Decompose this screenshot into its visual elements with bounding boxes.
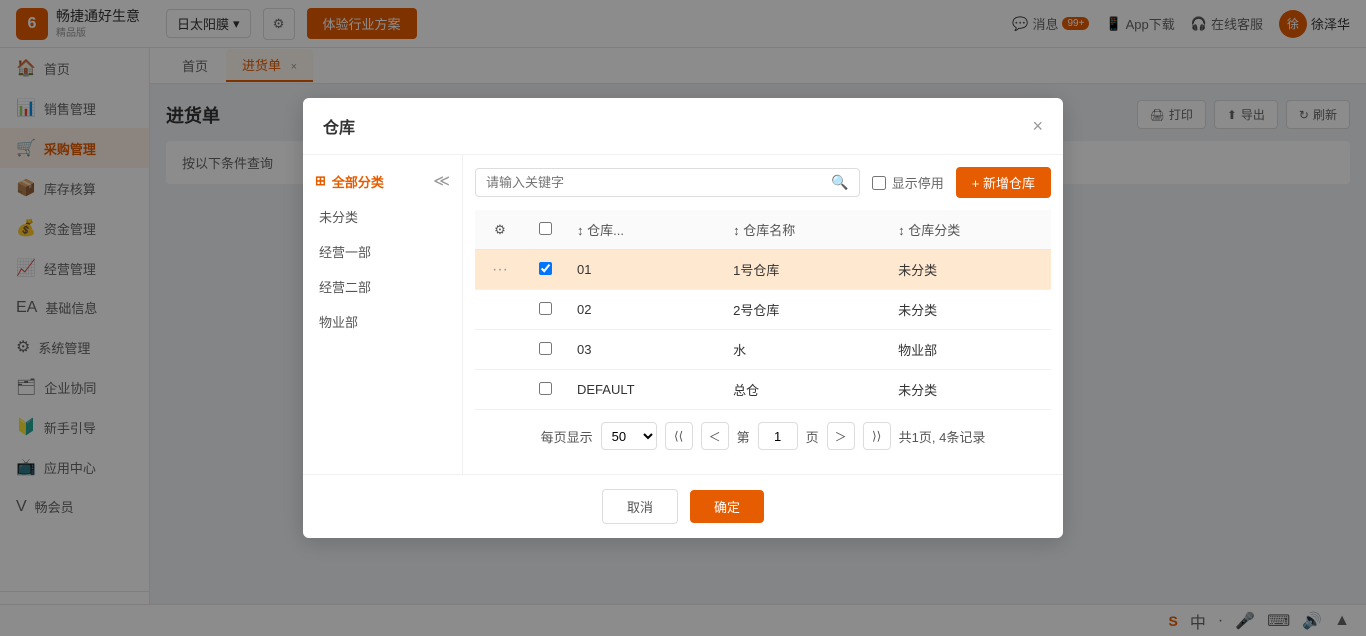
row-category-2: 物业部 xyxy=(886,330,1051,370)
row-code-0: 01 xyxy=(565,250,721,290)
category-panel: ⊞ 全部分类 ≪ 未分类经营一部经营二部物业部 xyxy=(303,155,463,474)
row-category-0: 未分类 xyxy=(886,250,1051,290)
row-category-3: 未分类 xyxy=(886,370,1051,410)
row-check-3 xyxy=(525,370,565,410)
show-disabled-text: 显示停用 xyxy=(892,173,944,192)
search-input-wrap: 🔍 xyxy=(475,168,860,197)
row-action-2 xyxy=(475,330,525,370)
search-input[interactable] xyxy=(486,175,831,190)
row-action-1 xyxy=(475,290,525,330)
modal-overlay: 仓库 × ⊞ 全部分类 ≪ 未分类经营一部经营二部物业部 xyxy=(0,0,1366,636)
modal-body: ⊞ 全部分类 ≪ 未分类经营一部经营二部物业部 🔍 xyxy=(303,155,1063,474)
warehouse-table: ⚙ ↕ 仓库... ↕ 仓库名称 xyxy=(475,210,1051,410)
category-item-2[interactable]: 经营二部 xyxy=(303,269,462,304)
next-page-button[interactable]: ＞ xyxy=(827,422,855,450)
modal-close-button[interactable]: × xyxy=(1032,116,1043,137)
col-code-header: ↕ 仓库... xyxy=(565,210,721,250)
search-icon[interactable]: 🔍 xyxy=(831,174,848,191)
prev-page-button[interactable]: ＜ xyxy=(701,422,729,450)
row-code-1: 02 xyxy=(565,290,721,330)
row-more-icon[interactable]: ··· xyxy=(492,261,508,278)
page-suffix-label: 页 xyxy=(806,427,819,446)
select-all-checkbox[interactable] xyxy=(539,222,552,235)
all-category-button[interactable]: ⊞ 全部分类 xyxy=(315,172,384,191)
search-bar: 🔍 显示停用 + 新增仓库 xyxy=(475,167,1051,198)
table-row[interactable]: 03 水 物业部 xyxy=(475,330,1051,370)
table-row[interactable]: DEFAULT 总仓 未分类 xyxy=(475,370,1051,410)
modal-footer: 取消 确定 xyxy=(303,474,1063,538)
cancel-button[interactable]: 取消 xyxy=(602,489,678,524)
row-action-3 xyxy=(475,370,525,410)
row-name-3: 总仓 xyxy=(721,370,886,410)
row-checkbox-2[interactable] xyxy=(539,342,552,355)
per-page-label: 每页显示 xyxy=(541,427,593,446)
category-item-1[interactable]: 经营一部 xyxy=(303,234,462,269)
modal-header: 仓库 × xyxy=(303,98,1063,155)
first-page-button[interactable]: ⟨⟨ xyxy=(665,422,693,450)
modal-title: 仓库 xyxy=(323,114,355,138)
category-item-0[interactable]: 未分类 xyxy=(303,199,462,234)
total-info: 共1页, 4条记录 xyxy=(899,427,986,446)
warehouse-table-wrap: ⚙ ↕ 仓库... ↕ 仓库名称 xyxy=(475,210,1051,410)
col-category-header: ↕ 仓库分类 xyxy=(886,210,1051,250)
row-check-1 xyxy=(525,290,565,330)
row-name-1: 2号仓库 xyxy=(721,290,886,330)
row-action-0: ··· xyxy=(475,250,525,290)
last-page-button[interactable]: ⟩⟩ xyxy=(863,422,891,450)
grid-icon: ⊞ xyxy=(315,173,326,189)
row-check-0 xyxy=(525,250,565,290)
col-name-header: ↕ 仓库名称 xyxy=(721,210,886,250)
category-list: 未分类经营一部经营二部物业部 xyxy=(303,199,462,339)
warehouse-modal: 仓库 × ⊞ 全部分类 ≪ 未分类经营一部经营二部物业部 xyxy=(303,98,1063,538)
row-category-1: 未分类 xyxy=(886,290,1051,330)
pagination: 每页显示 50 10 20 100 ⟨⟨ ＜ 第 页 ＞ ⟩⟩ 共1页, 4条记… xyxy=(475,410,1051,462)
col-action-header: ⚙ xyxy=(475,210,525,250)
row-check-2 xyxy=(525,330,565,370)
add-warehouse-button[interactable]: + 新增仓库 xyxy=(956,167,1051,198)
page-size-select[interactable]: 50 10 20 100 xyxy=(601,422,657,450)
category-header: ⊞ 全部分类 ≪ xyxy=(303,163,462,199)
row-checkbox-1[interactable] xyxy=(539,302,552,315)
warehouse-table-body: ··· 01 1号仓库 未分类 02 2号仓库 未分类 xyxy=(475,250,1051,410)
show-disabled-checkbox[interactable] xyxy=(872,176,886,190)
table-row[interactable]: ··· 01 1号仓库 未分类 xyxy=(475,250,1051,290)
all-category-label: 全部分类 xyxy=(332,172,384,191)
row-name-2: 水 xyxy=(721,330,886,370)
category-item-3[interactable]: 物业部 xyxy=(303,304,462,339)
row-code-3: DEFAULT xyxy=(565,370,721,410)
table-header-row: ⚙ ↕ 仓库... ↕ 仓库名称 xyxy=(475,210,1051,250)
row-checkbox-3[interactable] xyxy=(539,382,552,395)
page-label: 第 xyxy=(737,427,750,446)
row-name-0: 1号仓库 xyxy=(721,250,886,290)
page-number-input[interactable] xyxy=(758,422,798,450)
category-collapse-icon[interactable]: ≪ xyxy=(433,171,450,191)
show-disabled-label: 显示停用 xyxy=(872,173,944,192)
confirm-button[interactable]: 确定 xyxy=(690,490,764,523)
row-code-2: 03 xyxy=(565,330,721,370)
table-row[interactable]: 02 2号仓库 未分类 xyxy=(475,290,1051,330)
row-checkbox-0[interactable] xyxy=(539,262,552,275)
col-check-header xyxy=(525,210,565,250)
content-panel: 🔍 显示停用 + 新增仓库 ⚙ xyxy=(463,155,1063,474)
